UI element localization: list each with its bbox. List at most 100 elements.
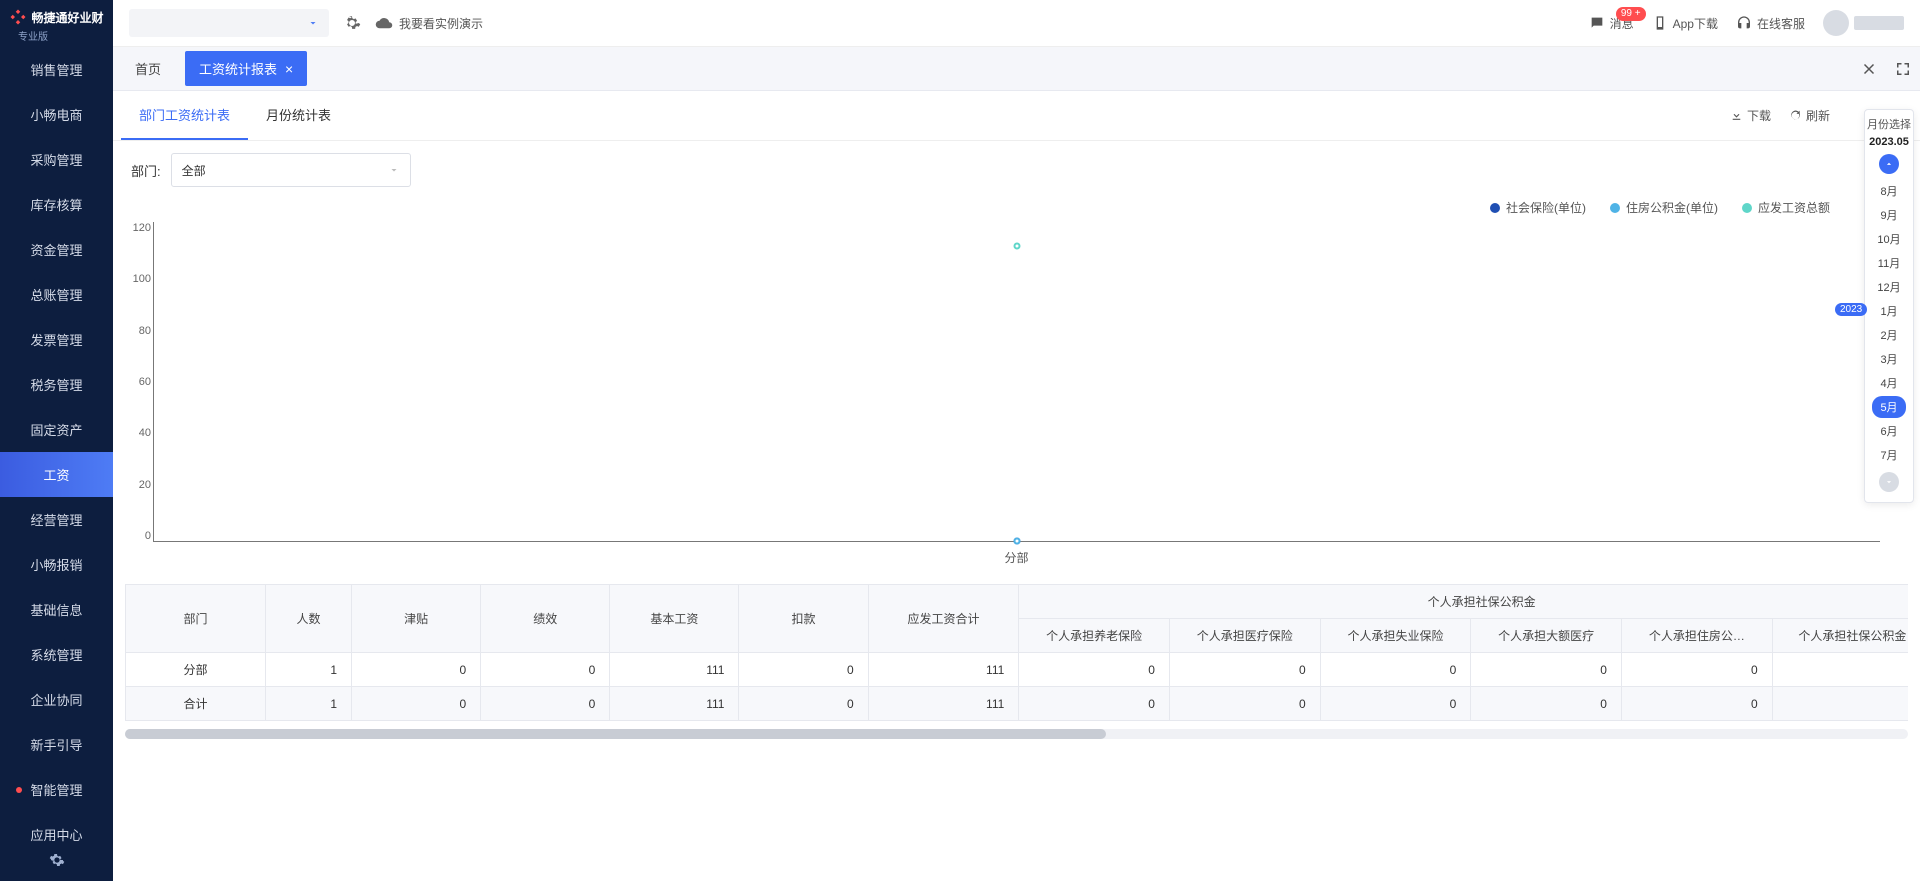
sidebar-item[interactable]: 销售管理 [0, 47, 113, 92]
sidebar-item[interactable]: 智能管理 [0, 767, 113, 812]
table-cell: 0 [1471, 653, 1622, 687]
month-option[interactable]: 9月 [1865, 204, 1913, 226]
notification-dot [16, 787, 22, 793]
filter-dept-select[interactable]: 全部 [171, 153, 411, 187]
chevron-down-icon [307, 17, 319, 29]
table-cell: 分部 [126, 653, 266, 687]
table-header: 绩效 [481, 585, 610, 653]
month-option[interactable]: 10月 [1865, 228, 1913, 250]
month-option[interactable]: 8月 [1865, 180, 1913, 202]
legend-item-housing[interactable]: 住房公积金(单位) [1610, 199, 1718, 216]
user-name-placeholder [1854, 16, 1904, 30]
page-tabs: 首页 工资统计报表 × [113, 47, 1920, 91]
table-cell: 0 [1320, 653, 1471, 687]
message-icon [1589, 15, 1605, 31]
sidebar-item[interactable]: 库存核算 [0, 182, 113, 227]
legend-item-social[interactable]: 社会保险(单位) [1490, 199, 1586, 216]
sidebar-item[interactable]: 应用中心 [0, 812, 113, 842]
headset-icon [1736, 15, 1752, 31]
table-cell: 0 [1019, 687, 1170, 721]
messages-button[interactable]: 消息 99 + [1589, 15, 1634, 32]
messages-badge: 99 + [1616, 7, 1646, 21]
tab-home[interactable]: 首页 [121, 51, 175, 86]
sidebar-item[interactable]: 采购管理 [0, 137, 113, 182]
month-option[interactable]: 11月 [1865, 252, 1913, 274]
month-option[interactable]: 1月2023 [1865, 300, 1913, 322]
table-cell: 0 [352, 687, 481, 721]
sidebar-item[interactable]: 经营管理 [0, 497, 113, 542]
table-cell: 0 [1772, 653, 1908, 687]
y-tick: 100 [125, 273, 151, 285]
table-cell: 111 [610, 687, 739, 721]
sidebar-settings[interactable] [0, 842, 113, 881]
topbar: 我要看实例演示 消息 99 + App下载 在线客服 [113, 0, 1920, 47]
y-tick: 40 [125, 427, 151, 439]
month-option[interactable]: 4月 [1865, 372, 1913, 394]
sidebar-item[interactable]: 新手引导 [0, 722, 113, 767]
filter-dept-value: 全部 [182, 162, 206, 179]
sidebar-item[interactable]: 企业协同 [0, 677, 113, 722]
y-tick: 20 [125, 479, 151, 491]
chart-point [1014, 242, 1021, 249]
table-cell: 0 [1471, 687, 1622, 721]
sidebar: 畅捷通好业财 专业版 销售管理小畅电商采购管理库存核算资金管理总账管理发票管理税… [0, 0, 113, 881]
y-tick: 120 [125, 222, 151, 234]
sidebar-item[interactable]: 发票管理 [0, 317, 113, 362]
subtab-month[interactable]: 月份统计表 [248, 91, 349, 140]
sidebar-item[interactable]: 工资 [0, 452, 113, 497]
company-selector[interactable] [129, 9, 329, 37]
month-option[interactable]: 12月 [1865, 276, 1913, 298]
table-cell: 0 [739, 687, 868, 721]
month-picker-year: 2023.05 [1869, 136, 1909, 148]
demo-link[interactable]: 我要看实例演示 [375, 14, 483, 32]
tab-close-icon[interactable]: × [285, 62, 293, 76]
sidebar-item[interactable]: 资金管理 [0, 227, 113, 272]
close-all-icon[interactable] [1860, 60, 1878, 78]
subtab-department[interactable]: 部门工资统计表 [121, 91, 248, 140]
mobile-icon [1652, 15, 1668, 31]
chevron-down-icon [388, 164, 400, 176]
month-option[interactable]: 5月 [1872, 396, 1905, 418]
month-option[interactable]: 3月 [1865, 348, 1913, 370]
fullscreen-icon[interactable] [1894, 60, 1912, 78]
sidebar-item[interactable]: 小畅电商 [0, 92, 113, 137]
sidebar-item[interactable]: 总账管理 [0, 272, 113, 317]
download-button[interactable]: 下载 [1730, 107, 1771, 124]
salary-table: 部门人数津贴绩效基本工资扣款应发工资合计个人承担社保公积金个人承担养老保险个人承… [125, 584, 1908, 721]
refresh-button[interactable]: 刷新 [1789, 107, 1830, 124]
table-cell: 0 [1320, 687, 1471, 721]
chart-x-label: 分部 [1004, 549, 1028, 566]
horizontal-scrollbar[interactable] [125, 729, 1908, 739]
table-cell: 0 [481, 653, 610, 687]
month-picker-up[interactable] [1879, 154, 1899, 174]
sidebar-item[interactable]: 税务管理 [0, 362, 113, 407]
y-tick: 60 [125, 376, 151, 388]
sidebar-item[interactable]: 小畅报销 [0, 542, 113, 587]
legend-item-total[interactable]: 应发工资总额 [1742, 199, 1830, 216]
online-service-button[interactable]: 在线客服 [1736, 15, 1805, 32]
app-download-button[interactable]: App下载 [1652, 15, 1718, 32]
table-header: 个人承担失业保险 [1320, 619, 1471, 653]
sidebar-item[interactable]: 固定资产 [0, 407, 113, 452]
year-badge: 2023 [1835, 303, 1867, 316]
month-option[interactable]: 2月 [1865, 324, 1913, 346]
table-cell: 0 [1772, 687, 1908, 721]
sidebar-item[interactable]: 系统管理 [0, 632, 113, 677]
y-tick: 80 [125, 325, 151, 337]
chevron-down-icon [1884, 477, 1894, 487]
y-tick: 0 [125, 530, 151, 542]
brand-name: 畅捷通好业财 [31, 9, 103, 26]
month-option[interactable]: 6月 [1865, 420, 1913, 442]
table-header-group: 个人承担社保公积金 [1019, 585, 1908, 619]
download-icon [1730, 109, 1743, 122]
settings-icon[interactable] [343, 14, 361, 32]
table-cell: 0 [1019, 653, 1170, 687]
table-cell: 0 [739, 653, 868, 687]
month-picker-down[interactable] [1879, 472, 1899, 492]
month-option[interactable]: 7月 [1865, 444, 1913, 466]
tab-salary-report[interactable]: 工资统计报表 × [185, 51, 307, 86]
user-menu[interactable] [1823, 10, 1904, 36]
sidebar-item[interactable]: 基础信息 [0, 587, 113, 632]
table-cell: 0 [1169, 653, 1320, 687]
table-header: 部门 [126, 585, 266, 653]
